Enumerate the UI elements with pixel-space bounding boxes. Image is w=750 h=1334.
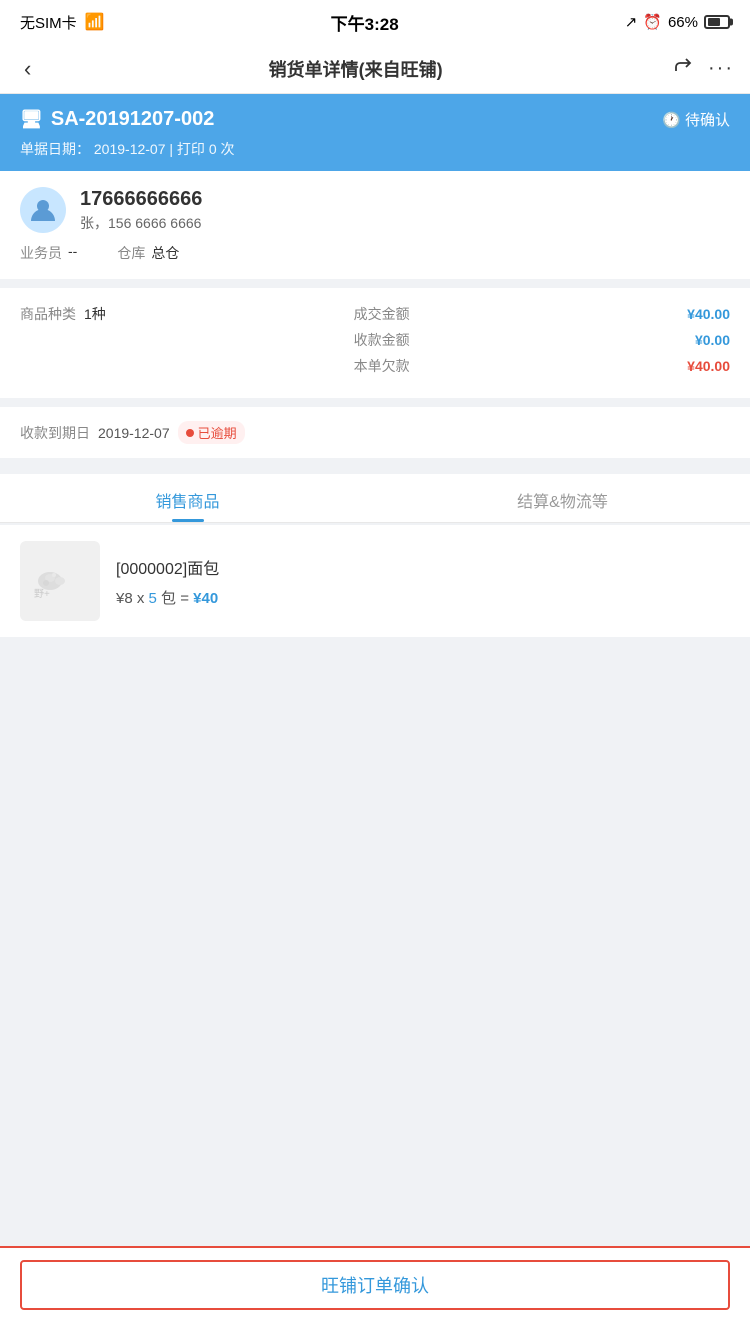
status-bar-time: 下午3:28 xyxy=(331,10,399,35)
order-status: 🕐 待确认 xyxy=(662,109,730,130)
battery-text: 66% xyxy=(668,14,698,31)
due-date-value: 2019-12-07 xyxy=(98,425,170,441)
nav-bar: ‹ 销货单详情(来自旺铺) ··· xyxy=(0,44,750,94)
more-button[interactable]: ··· xyxy=(708,57,734,80)
confirm-button-wrapper: 旺铺订单确认 xyxy=(0,1246,750,1334)
order-id: 🖥 SA-20191207-002 xyxy=(20,108,214,131)
wifi-icon: 📶 xyxy=(85,12,105,32)
due-date-section: 收款到期日 2019-12-07 已逾期 xyxy=(0,407,750,458)
received-value: ¥0.00 xyxy=(695,332,730,348)
bottom-area xyxy=(0,637,750,837)
carrier-text: 无SIM卡 xyxy=(20,12,77,33)
status-clock-icon: 🕐 xyxy=(662,111,681,129)
alarm-icon: ⏰ xyxy=(643,13,662,31)
amount-value: ¥40.00 xyxy=(687,306,730,322)
table-row: 野+ [0000002]面包 ¥8 x 5 包 = ¥40 xyxy=(0,525,750,637)
page-title: 销货单详情(来自旺铺) xyxy=(269,56,443,82)
avatar xyxy=(20,187,66,233)
tab-settlement[interactable]: 结算&物流等 xyxy=(375,474,750,522)
divider-2 xyxy=(0,399,750,407)
tab-sales-products[interactable]: 销售商品 xyxy=(0,474,375,522)
summary-right: 成交金额 ¥40.00 收款金额 ¥0.00 本单欠款 ¥40.00 xyxy=(354,304,730,382)
divider-1 xyxy=(0,280,750,288)
overdue-dot xyxy=(186,429,194,437)
nav-actions: ··· xyxy=(672,56,734,82)
received-row: 收款金额 ¥0.00 xyxy=(354,330,730,350)
customer-phone: 17666666666 xyxy=(80,188,202,211)
summary-section: 商品种类 1种 成交金额 ¥40.00 收款金额 ¥0.00 本单欠款 ¥40.… xyxy=(0,288,750,398)
tab-indicator xyxy=(172,519,204,522)
status-bar: 无SIM卡 📶 下午3:28 ↗ ⏰ 66% xyxy=(0,0,750,44)
order-date-row: 单据日期： 2019-12-07 | 打印 0 次 xyxy=(20,139,730,159)
customer-name: 张，156 6666 6666 xyxy=(80,213,202,233)
location-icon: ↗ xyxy=(625,13,638,31)
status-bar-right: ↗ ⏰ 66% xyxy=(625,13,730,31)
product-price-row: ¥8 x 5 包 = ¥40 xyxy=(116,587,730,608)
order-icon: 🖥 xyxy=(20,109,43,130)
amount-row: 成交金额 ¥40.00 xyxy=(354,304,730,324)
summary-left: 商品种类 1种 xyxy=(20,304,334,324)
back-button[interactable]: ‹ xyxy=(16,48,39,90)
product-list: 野+ [0000002]面包 ¥8 x 5 包 = ¥40 xyxy=(0,525,750,637)
product-thumbnail: 野+ xyxy=(20,541,100,621)
product-info: [0000002]面包 ¥8 x 5 包 = ¥40 xyxy=(116,555,730,608)
customer-meta: 业务员 -- 仓库 总仓 xyxy=(20,243,730,263)
order-header: 🖥 SA-20191207-002 🕐 待确认 单据日期： 2019-12-07… xyxy=(0,94,750,171)
owed-value: ¥40.00 xyxy=(687,358,730,374)
salesperson-item: 业务员 -- xyxy=(20,243,77,263)
warehouse-item: 仓库 总仓 xyxy=(117,243,179,263)
svg-text:野+: 野+ xyxy=(34,588,50,600)
overdue-badge: 已逾期 xyxy=(178,421,245,444)
divider-3 xyxy=(0,466,750,474)
customer-info: 17666666666 张，156 6666 6666 xyxy=(80,188,202,233)
owed-row: 本单欠款 ¥40.00 xyxy=(354,356,730,376)
battery-icon xyxy=(704,15,730,29)
tab-bar: 销售商品 结算&物流等 xyxy=(0,474,750,523)
status-text: 待确认 xyxy=(685,109,730,130)
confirm-order-button[interactable]: 旺铺订单确认 xyxy=(20,1260,730,1310)
customer-card: 17666666666 张，156 6666 6666 业务员 -- 仓库 总仓 xyxy=(0,171,750,279)
status-bar-left: 无SIM卡 📶 xyxy=(20,12,105,33)
product-name: [0000002]面包 xyxy=(116,555,730,579)
share-button[interactable] xyxy=(672,56,692,82)
